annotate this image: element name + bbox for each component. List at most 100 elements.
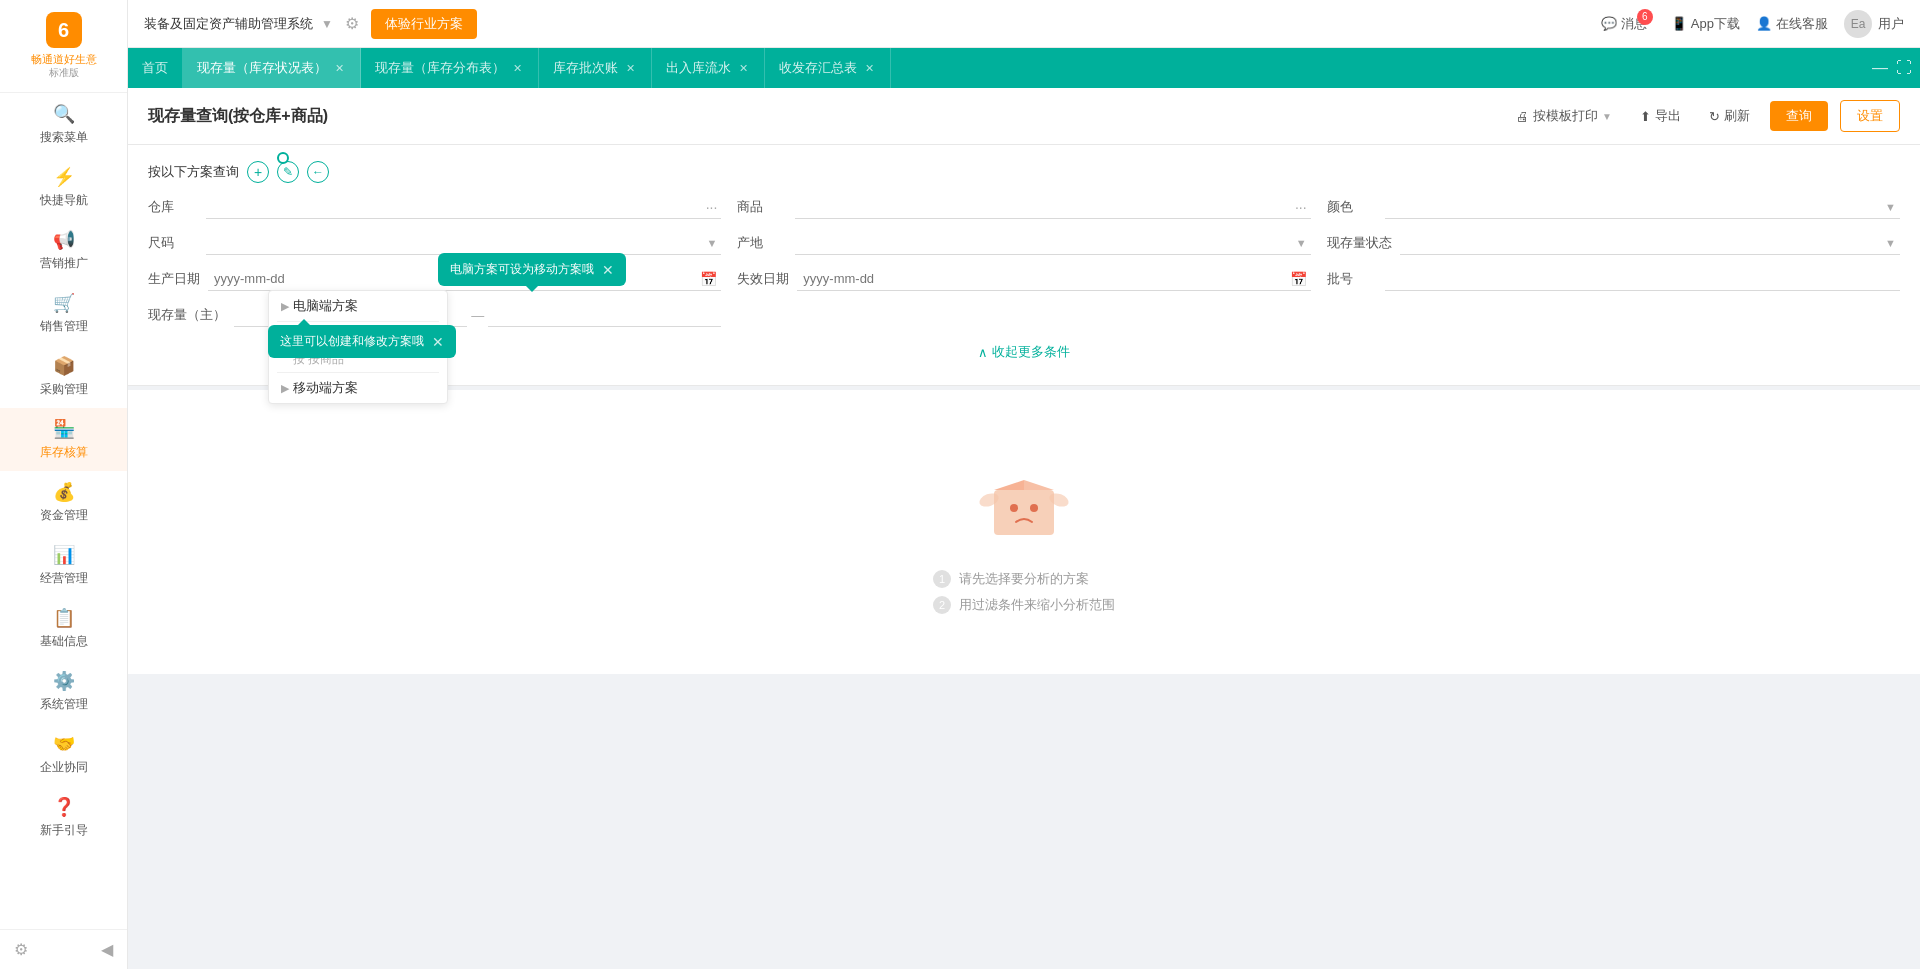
hint-num-1: 1	[933, 570, 951, 588]
batch-input[interactable]	[1385, 267, 1900, 290]
tabbar: 首页 现存量（库存状况表） ✕ 现存量（库存分布表） ✕ 库存批次账 ✕ 出入库…	[128, 48, 1920, 88]
tab-close-inventory-status[interactable]: ✕	[333, 60, 346, 77]
exp-date-cal-icon[interactable]: 📅	[1286, 271, 1311, 287]
tab-close-inventory-dist[interactable]: ✕	[511, 60, 524, 77]
scheme-desktop-item[interactable]: ▶ 电脑端方案	[269, 291, 447, 321]
sidebar-item-inventory[interactable]: 🏪 库存核算	[0, 408, 127, 471]
settings-footer-icon[interactable]: ⚙	[14, 940, 28, 959]
template-print-btn[interactable]: 🖨 按模板打印 ▼	[1508, 103, 1620, 129]
goods-input[interactable]	[795, 195, 1291, 218]
empty-hints: 1 请先选择要分析的方案 2 用过滤条件来缩小分析范围	[933, 570, 1115, 614]
tooltip-scheme-close[interactable]: ✕	[602, 262, 614, 278]
inv-status-input[interactable]	[1400, 231, 1881, 254]
trial-button[interactable]: 体验行业方案	[371, 9, 477, 39]
size-input[interactable]	[206, 231, 702, 254]
app-download-btn[interactable]: 📱 App下载	[1671, 15, 1740, 33]
warehouse-dots-icon[interactable]: ···	[702, 199, 722, 215]
collapse-icon: ∧	[978, 345, 988, 360]
tooltip-scheme: 电脑方案可设为移动方案哦 ✕	[438, 253, 626, 286]
refresh-btn[interactable]: ↻ 刷新	[1701, 103, 1758, 129]
tabbar-controls: — ⛶	[1864, 59, 1920, 77]
origin-input[interactable]	[795, 231, 1291, 254]
size-arrow-icon[interactable]: ▼	[702, 237, 721, 249]
message-btn[interactable]: 💬 消息 6	[1601, 15, 1647, 33]
tab-close-in-out-flow[interactable]: ✕	[737, 60, 750, 77]
sidebar-item-enterprise[interactable]: 🤝 企业协同	[0, 723, 127, 786]
exp-date-input[interactable]	[797, 267, 1285, 290]
sidebar-item-finance[interactable]: 💰 资金管理	[0, 471, 127, 534]
basic-icon: 📋	[53, 607, 75, 629]
prod-date-cal-icon[interactable]: 📅	[696, 271, 721, 287]
system-dropdown-arrow[interactable]: ▼	[321, 17, 333, 31]
sidebar-item-marketing[interactable]: 📢 营销推广	[0, 219, 127, 282]
sidebar-item-operations[interactable]: 📊 经营管理	[0, 534, 127, 597]
tooltip-scheme-text: 电脑方案可设为移动方案哦	[450, 261, 594, 278]
page-header: 现存量查询(按仓库+商品) 🖨 按模板打印 ▼ ⬆ 导出 ↻ 刷新 查询 设置	[128, 88, 1920, 145]
color-input-wrapper: ▼	[1385, 195, 1900, 219]
sidebar-label-guide: 新手引导	[40, 822, 88, 839]
sidebar-label-basic: 基础信息	[40, 633, 88, 650]
print-dropdown-icon: ▼	[1602, 111, 1612, 122]
empty-state: 1 请先选择要分析的方案 2 用过滤条件来缩小分析范围	[128, 390, 1920, 674]
user-btn[interactable]: Ea 用户	[1844, 10, 1904, 38]
query-button[interactable]: 查询	[1770, 101, 1828, 131]
inv-qty-max-input[interactable]	[488, 303, 721, 327]
refresh-icon: ↻	[1709, 109, 1720, 124]
tooltip-create-close[interactable]: ✕	[432, 334, 444, 350]
sidebar-item-purchase[interactable]: 📦 采购管理	[0, 345, 127, 408]
warehouse-input[interactable]	[206, 195, 702, 218]
sidebar-item-sales[interactable]: 🛒 销售管理	[0, 282, 127, 345]
scheme-mobile-item[interactable]: ▶ 移动端方案	[269, 373, 447, 403]
filter-row-1: 仓库 ··· 商品 ··· 颜色	[148, 195, 1900, 219]
color-arrow-icon[interactable]: ▼	[1881, 201, 1900, 213]
logo-icon: 6	[46, 12, 82, 48]
tab-batch-account[interactable]: 库存批次账 ✕	[539, 48, 652, 88]
add-scheme-btn[interactable]: +	[247, 161, 269, 183]
edit-scheme-btn[interactable]: ✎	[277, 161, 299, 183]
search-icon: 🔍	[53, 103, 75, 125]
inv-status-wrapper: ▼	[1400, 231, 1900, 255]
tab-expand-icon[interactable]: ⛶	[1896, 59, 1912, 77]
goods-dots-icon[interactable]: ···	[1291, 199, 1311, 215]
sidebar-label-quick: 快捷导航	[40, 192, 88, 209]
sidebar-logo: 6 畅通道好生意 标准版	[0, 0, 127, 93]
sidebar-item-basic[interactable]: 📋 基础信息	[0, 597, 127, 660]
tab-home[interactable]: 首页	[128, 48, 183, 88]
filter-field-origin: 产地 ▼	[737, 231, 1310, 255]
reset-button[interactable]: 设置	[1840, 100, 1900, 132]
size-label: 尺码	[148, 234, 198, 252]
tab-close-batch-account[interactable]: ✕	[624, 60, 637, 77]
filter-field-size: 尺码 ▼	[148, 231, 721, 255]
inv-status-arrow-icon[interactable]: ▼	[1881, 237, 1900, 249]
tab-close-collect-send[interactable]: ✕	[863, 60, 876, 77]
sidebar-label-operations: 经营管理	[40, 570, 88, 587]
topbar-settings-icon[interactable]: ⚙	[345, 14, 359, 33]
tab-inventory-status[interactable]: 现存量（库存状况表） ✕	[183, 48, 361, 88]
origin-arrow-icon[interactable]: ▼	[1292, 237, 1311, 249]
tab-inventory-dist[interactable]: 现存量（库存分布表） ✕	[361, 48, 539, 88]
back-scheme-btn[interactable]: ←	[307, 161, 329, 183]
sidebar-footer: ⚙ ◀	[0, 929, 127, 969]
hint-text-2: 用过滤条件来缩小分析范围	[959, 596, 1115, 614]
sidebar-item-guide[interactable]: ❓ 新手引导	[0, 786, 127, 849]
collapse-sidebar-icon[interactable]: ◀	[101, 940, 113, 959]
tab-in-out-flow[interactable]: 出入库流水 ✕	[652, 48, 765, 88]
tab-minimize-icon[interactable]: —	[1872, 59, 1888, 77]
user-name: 用户	[1878, 15, 1904, 33]
sidebar-item-search[interactable]: 🔍 搜索菜单	[0, 93, 127, 156]
filter-area: 按以下方案查询 + ✎ ← 电脑方案可设为移动方案哦 ✕ 这里可以创建和修改方案…	[128, 145, 1920, 386]
inv-qty-separator: —	[471, 308, 484, 323]
svg-rect-0	[994, 490, 1054, 535]
scheme-desktop-label: 电脑端方案	[293, 297, 435, 315]
scheme-desktop-arrow: ▶	[281, 300, 289, 313]
tab-collect-send[interactable]: 收发存汇总表 ✕	[765, 48, 891, 88]
quick-icon: ⚡	[53, 166, 75, 188]
color-input[interactable]	[1385, 195, 1881, 218]
tooltip-create-text: 这里可以创建和修改方案哦	[280, 333, 424, 350]
sidebar-item-quick[interactable]: ⚡ 快捷导航	[0, 156, 127, 219]
message-icon: 💬	[1601, 16, 1617, 31]
online-service-btn[interactable]: 👤 在线客服	[1756, 15, 1828, 33]
sidebar-item-system[interactable]: ⚙️ 系统管理	[0, 660, 127, 723]
export-btn[interactable]: ⬆ 导出	[1632, 103, 1689, 129]
collapse-label: 收起更多条件	[992, 343, 1070, 361]
